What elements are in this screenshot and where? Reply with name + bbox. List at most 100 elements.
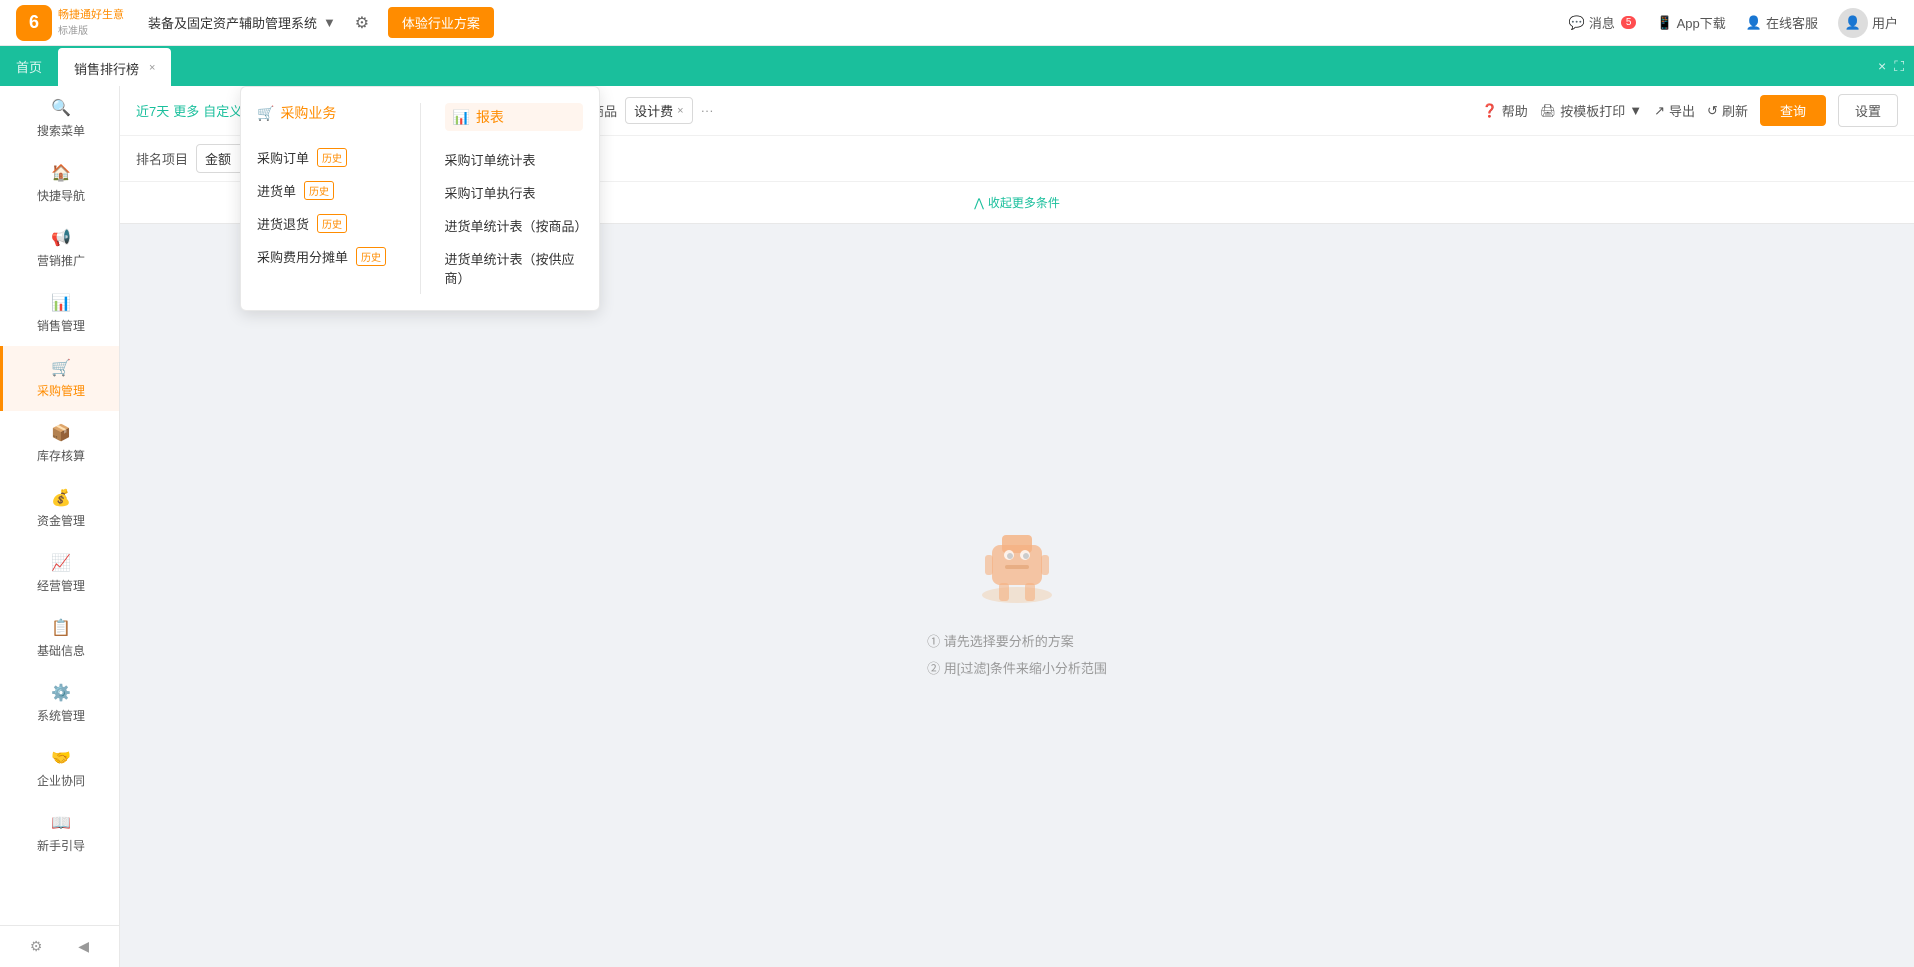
goods-tag-close[interactable]: × (677, 105, 683, 117)
inventory-icon: 📦 (51, 423, 71, 443)
topbar-right: 💬 消息 5 📱 App下载 👤 在线客服 👤 用户 (1569, 8, 1898, 38)
collapse-up-icon: ⋀ (974, 196, 984, 210)
report-col-icon: 📊 (453, 109, 470, 126)
empty-tips: ① 请先选择要分析的方案 ② 用[过滤]条件来缩小分析范围 (927, 631, 1107, 677)
menu-item-order-exec[interactable]: 采购订单执行表 (445, 176, 584, 209)
online-service-btn[interactable]: 👤 在线客服 (1746, 13, 1818, 32)
menu-col-purchase: 🛒 采购业务 采购订单 历史 进货单 历史 进货退货 (257, 103, 396, 294)
menu-columns: 🛒 采购业务 采购订单 历史 进货单 历史 进货退货 (257, 103, 583, 294)
report-col-title: 📊 报表 (445, 103, 584, 131)
goods-filter: 商品 设计费 × ··· (591, 97, 713, 124)
sidebar-settings-btn[interactable]: ⚙ (30, 938, 43, 955)
sidebar-collapse-btn[interactable]: ◀ (78, 938, 89, 955)
custom-link[interactable]: 自定义 (203, 101, 242, 120)
tabbar: 首页 销售排行榜 × × ⛶ (0, 46, 1914, 86)
help-icon: ❓ (1482, 103, 1498, 119)
empty-tip-2: ② 用[过滤]条件来缩小分析范围 (927, 658, 1107, 677)
layout: 🔍 搜索菜单 🏠 快捷导航 📢 营销推广 📊 销售管理 🛒 采购管理 📦 库存核… (0, 86, 1914, 967)
sidebar-item-guide[interactable]: 📖 新手引导 (0, 801, 119, 866)
tip1-icon: ① (927, 634, 940, 649)
sidebar-item-search[interactable]: 🔍 搜索菜单 (0, 86, 119, 151)
menu-item-order-stat[interactable]: 采购订单统计表 (445, 143, 584, 176)
sidebar-item-cooperation[interactable]: 🤝 企业协同 (0, 736, 119, 801)
home-icon: 🏠 (51, 163, 71, 183)
main-content: 近7天 更多 自定义 2024-01-01 ~ 2024-12-31 单据状态 … (120, 86, 1914, 967)
refresh-icon: ↺ (1707, 103, 1718, 119)
sidebar-item-basic[interactable]: 📋 基础信息 (0, 606, 119, 671)
tab-home[interactable]: 首页 (0, 46, 58, 86)
system-title: 装备及固定资产辅助管理系统 ▼ (148, 13, 336, 32)
print-icon: 🖨 (1540, 103, 1557, 119)
tab-sales-rank[interactable]: 销售排行榜 × (58, 48, 171, 88)
hist-badge-2: 历史 (317, 214, 347, 233)
goods-tag[interactable]: 设计费 × (625, 97, 692, 124)
basic-icon: 📋 (51, 618, 71, 638)
window-close-icon[interactable]: × (1878, 58, 1886, 75)
experience-btn[interactable]: 体验行业方案 (388, 7, 494, 38)
window-max-icon[interactable]: ⛶ (1894, 58, 1904, 75)
sidebar-item-nav[interactable]: 🏠 快捷导航 (0, 151, 119, 216)
hist-badge-1: 历史 (304, 181, 334, 200)
sidebar-item-sales[interactable]: 📊 销售管理 (0, 281, 119, 346)
print-btn[interactable]: 🖨 按模板打印 ▼ (1540, 101, 1642, 120)
tip2-icon: ② (927, 661, 940, 676)
menu-item-purchase-order[interactable]: 采购订单 历史 (257, 141, 396, 174)
tab-close-icon[interactable]: × (149, 62, 155, 74)
sales-icon: 📊 (51, 293, 71, 313)
system-icon: ⚙️ (51, 683, 71, 703)
message-btn[interactable]: 💬 消息 5 (1569, 13, 1637, 32)
menu-item-inbound-stat-goods[interactable]: 进货单统计表（按商品） (445, 209, 584, 242)
message-icon: 💬 (1569, 15, 1585, 31)
menu-item-return[interactable]: 进货退货 历史 (257, 207, 396, 240)
service-icon: 👤 (1746, 15, 1762, 31)
menu-divider (420, 103, 421, 294)
logo-badge: 标准版 (58, 22, 124, 37)
user-btn[interactable]: 👤 用户 (1838, 8, 1898, 38)
menu-item-inbound-stat-supplier[interactable]: 进货单统计表（按供应商） (445, 242, 584, 294)
refresh-btn[interactable]: ↺ 刷新 (1707, 101, 1748, 120)
rank-label: 排名项目 (136, 149, 188, 168)
purchase-col-icon: 🛒 (257, 105, 274, 122)
export-btn[interactable]: ↗ 导出 (1654, 101, 1695, 120)
menu-item-inbound[interactable]: 进货单 历史 (257, 174, 396, 207)
sidebar-item-marketing[interactable]: 📢 营销推广 (0, 216, 119, 281)
menu-col-report: 📊 报表 采购订单统计表 采购订单执行表 进货单统计表（按商品） (445, 103, 584, 294)
logo-text: 畅捷通好生意 (58, 8, 124, 22)
system-title-dropdown[interactable]: ▼ (323, 15, 336, 30)
sidebar: 🔍 搜索菜单 🏠 快捷导航 📢 营销推广 📊 销售管理 🛒 采购管理 📦 库存核… (0, 86, 120, 967)
sidebar-item-purchase[interactable]: 🛒 采购管理 (0, 346, 119, 411)
message-badge: 5 (1621, 16, 1637, 29)
avatar: 👤 (1838, 8, 1868, 38)
sidebar-item-operation[interactable]: 📈 经营管理 (0, 541, 119, 606)
operation-icon: 📈 (51, 553, 71, 573)
settings-btn[interactable]: 设置 (1838, 94, 1898, 127)
query-btn[interactable]: 查询 (1760, 95, 1826, 126)
toolbar-right-buttons: ❓ 帮助 🖨 按模板打印 ▼ ↗ 导出 ↺ 刷新 (1482, 94, 1898, 127)
app-download-btn[interactable]: 📱 App下载 (1656, 13, 1725, 32)
content-area: ① 请先选择要分析的方案 ② 用[过滤]条件来缩小分析范围 (120, 224, 1914, 967)
sidebar-bottom: ⚙ ◀ (0, 925, 119, 967)
sidebar-item-inventory[interactable]: 📦 库存核算 (0, 411, 119, 476)
purchase-col-title: 🛒 采购业务 (257, 103, 396, 129)
recent-days-link[interactable]: 近7天 (136, 101, 169, 120)
topbar: 6 畅捷通好生意 标准版 装备及固定资产辅助管理系统 ▼ ⚙ 体验行业方案 💬 … (0, 0, 1914, 46)
hist-badge-0: 历史 (317, 148, 347, 167)
phone-icon: 📱 (1656, 15, 1672, 31)
empty-tip-1: ① 请先选择要分析的方案 (927, 631, 1107, 650)
empty-svg (957, 515, 1077, 615)
logo-char: 6 (29, 12, 39, 33)
more-link[interactable]: 更多 (173, 101, 199, 120)
logo-area: 6 畅捷通好生意 标准版 (16, 5, 136, 41)
sidebar-item-system[interactable]: ⚙️ 系统管理 (0, 671, 119, 736)
finance-icon: 💰 (51, 488, 71, 508)
export-icon: ↗ (1654, 103, 1665, 119)
purchase-icon: 🛒 (51, 358, 71, 378)
sidebar-item-finance[interactable]: 💰 资金管理 (0, 476, 119, 541)
purchase-dropdown-menu: 🛒 采购业务 采购订单 历史 进货单 历史 进货退货 (240, 86, 600, 311)
topbar-settings-icon[interactable]: ⚙ (348, 9, 376, 37)
hist-badge-3: 历史 (356, 247, 386, 266)
help-btn[interactable]: ❓ 帮助 (1482, 101, 1528, 120)
print-arrow[interactable]: ▼ (1629, 103, 1642, 118)
menu-item-expense[interactable]: 采购费用分摊单 历史 (257, 240, 396, 273)
goods-dots[interactable]: ··· (701, 103, 714, 118)
